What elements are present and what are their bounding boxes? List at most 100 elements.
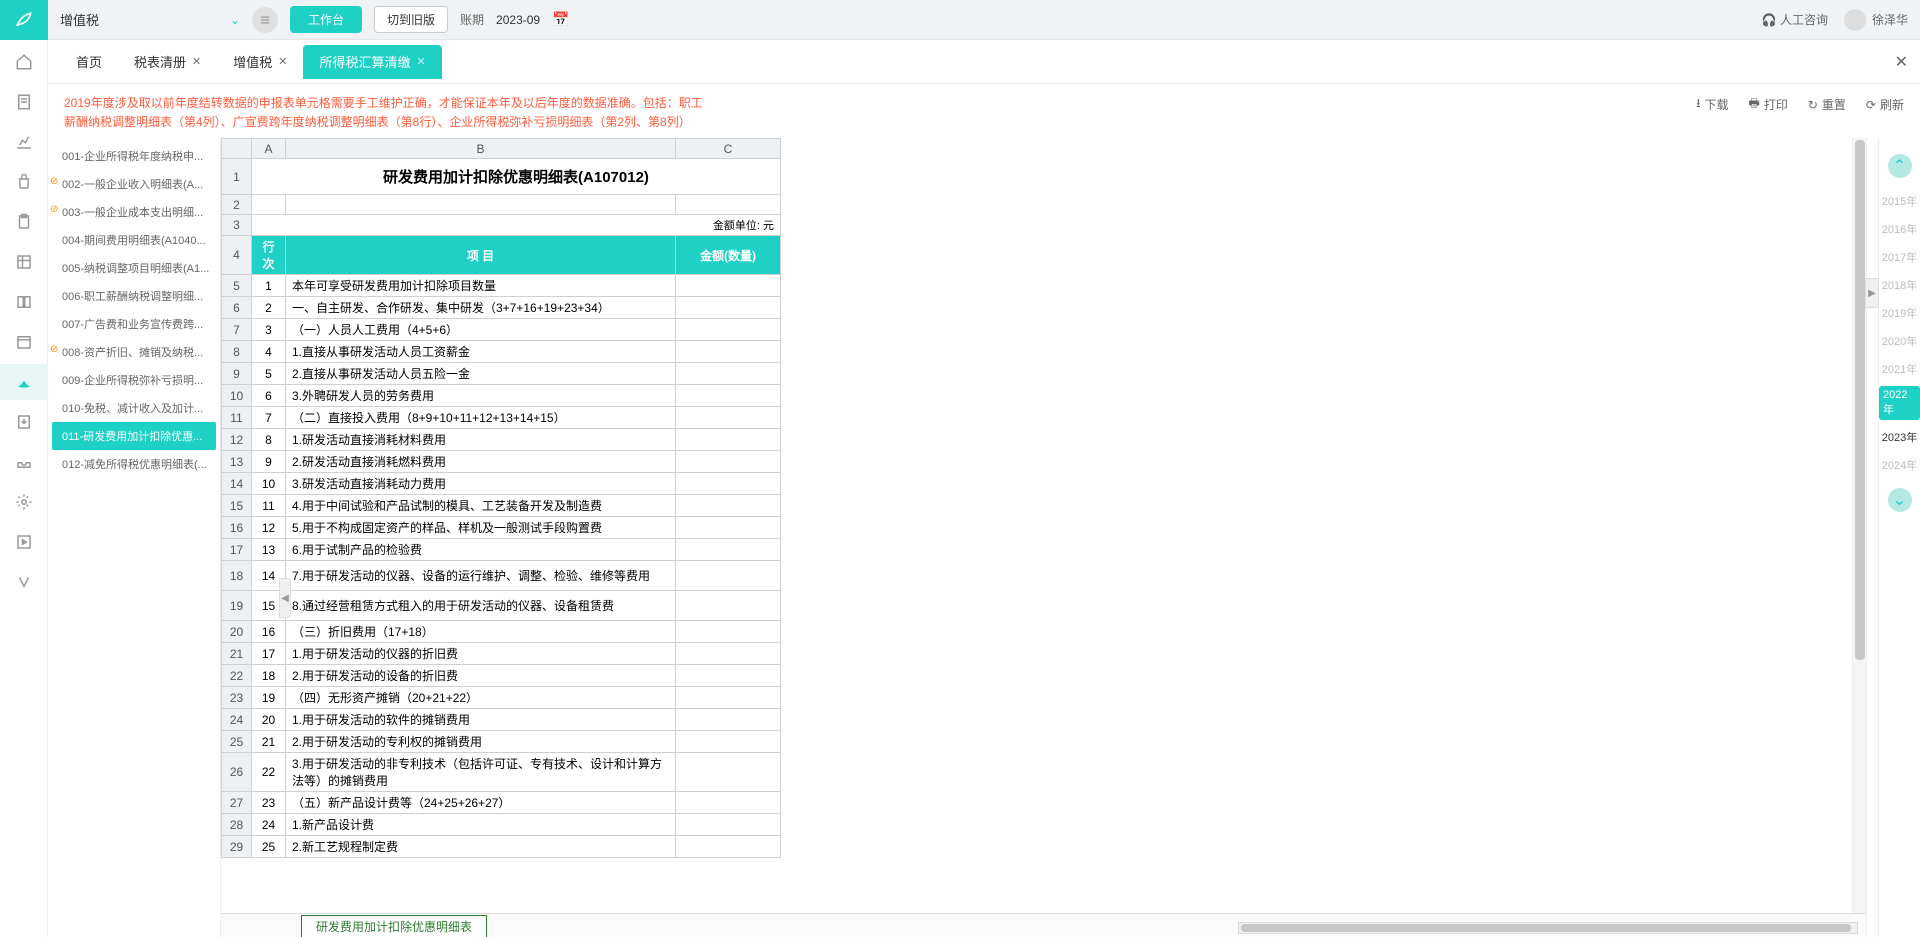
table-row[interactable]: 117（二）直接投入费用（8+9+10+11+12+13+14+15） bbox=[222, 407, 781, 429]
form-list-item[interactable]: 006-职工薪酬纳税调整明细... bbox=[48, 282, 220, 310]
notice-text: 2019年度涉及取以前年度结转数据的申报表单元格需要手工维护正确，才能保证本年及… bbox=[64, 94, 704, 132]
tab-1[interactable]: 税表清册✕ bbox=[118, 45, 217, 79]
table-row[interactable]: 73（一）人员人工费用（4+5+6） bbox=[222, 319, 781, 341]
table-row[interactable]: 62一、自主研发、合作研发、集中研发（3+7+16+19+23+34） bbox=[222, 297, 781, 319]
nav-table-icon[interactable] bbox=[0, 244, 48, 280]
table-row[interactable]: 17136.用于试制产品的检验费 bbox=[222, 539, 781, 561]
table-row[interactable]: 26223.用于研发活动的非专利技术（包括许可证、专有技术、设计和计算方法等）的… bbox=[222, 753, 781, 792]
form-list-item[interactable]: 009-企业所得税弥补亏损明... bbox=[48, 366, 220, 394]
year-item[interactable]: 2017年 bbox=[1882, 246, 1917, 268]
table-row[interactable]: 16125.用于不构成固定资产的样品、样机及一般测试手段购置费 bbox=[222, 517, 781, 539]
form-list-item[interactable]: 008-资产折旧、摊销及纳税... bbox=[48, 338, 220, 366]
nav-doc-icon[interactable] bbox=[0, 84, 48, 120]
form-list-item[interactable]: 012-减免所得税优惠明细表(... bbox=[48, 450, 220, 478]
print-button[interactable]: 🖶 打印 bbox=[1749, 94, 1788, 115]
table-row[interactable]: 1392.研发活动直接消耗燃料费用 bbox=[222, 451, 781, 473]
table-row[interactable]: 2723（五）新产品设计费等（24+25+26+27） bbox=[222, 792, 781, 814]
form-list: 001-企业所得税年度纳税申...002-一般企业收入明细表(A...003-一… bbox=[48, 138, 220, 937]
support-link[interactable]: 🎧 人工咨询 bbox=[1762, 11, 1828, 28]
reset-button[interactable]: ↻ 重置 bbox=[1808, 94, 1846, 115]
username: 徐泽华 bbox=[1872, 11, 1908, 28]
nav-inbox-icon[interactable] bbox=[0, 444, 48, 480]
nav-clipboard-icon[interactable] bbox=[0, 204, 48, 240]
form-list-item[interactable]: 011-研发费用加计扣除优惠... bbox=[52, 422, 216, 450]
year-item[interactable]: 2015年 bbox=[1882, 190, 1917, 212]
switch-old-button[interactable]: 切到旧版 bbox=[374, 6, 448, 33]
nav-v-icon[interactable] bbox=[0, 564, 48, 600]
calendar-icon[interactable]: 📅 bbox=[552, 11, 569, 28]
nav-home-icon[interactable] bbox=[0, 44, 48, 80]
table-row[interactable]: 24201.用于研发活动的软件的摊销费用 bbox=[222, 709, 781, 731]
logo bbox=[0, 0, 48, 40]
toolbar: ⭳ 下载 🖶 打印 ↻ 重置 ⟳ 刷新 bbox=[1696, 94, 1904, 115]
tab-2[interactable]: 增值税✕ bbox=[217, 45, 303, 79]
form-list-item[interactable]: 004-期间费用明细表(A1040... bbox=[48, 226, 220, 254]
year-item[interactable]: 2019年 bbox=[1882, 302, 1917, 324]
close-all-tabs-icon[interactable]: ✕ bbox=[1895, 52, 1908, 72]
download-button[interactable]: ⭳ 下载 bbox=[1696, 94, 1728, 115]
spreadsheet[interactable]: ABC1研发费用加计扣除优惠明细表(A107012)23金额单位: 元4行次项 … bbox=[221, 138, 781, 858]
year-item[interactable]: 2022年 bbox=[1879, 386, 1920, 420]
nav-bag-icon[interactable] bbox=[0, 164, 48, 200]
year-panel: ⌃ 2015年 2016年 2017年 2018年 2019年 2020年 2021年 202… bbox=[1878, 138, 1920, 937]
table-row[interactable]: 18147.用于研发活动的仪器、设备的运行维护、调整、检验、维修等费用 bbox=[222, 561, 781, 591]
table-row[interactable]: 15114.用于中间试验和产品试制的模具、工艺装备开发及制造费 bbox=[222, 495, 781, 517]
year-item[interactable]: 2021年 bbox=[1882, 358, 1917, 380]
tab-close-icon[interactable]: ✕ bbox=[417, 55, 426, 68]
form-list-item[interactable]: 010-免税、减计收入及加计... bbox=[48, 394, 220, 422]
table-row[interactable]: 841.直接从事研发活动人员工资薪金 bbox=[222, 341, 781, 363]
nav-layout-icon[interactable] bbox=[0, 284, 48, 320]
table-row[interactable]: 2016（三）折旧费用（17+18） bbox=[222, 621, 781, 643]
nav-play-icon[interactable] bbox=[0, 524, 48, 560]
year-item[interactable]: 2020年 bbox=[1882, 330, 1917, 352]
top-header: 增值税 ⌄ 工作台 切到旧版 账期 2023-09 📅 🎧 人工咨询 徐泽华 bbox=[48, 0, 1920, 40]
nav-export-icon[interactable] bbox=[0, 404, 48, 440]
spreadsheet-area: ABC1研发费用加计扣除优惠明细表(A107012)23金额单位: 元4行次项 … bbox=[220, 138, 1866, 937]
refresh-button[interactable]: ⟳ 刷新 bbox=[1866, 94, 1904, 115]
module-dropdown[interactable]: 增值税 ⌄ bbox=[60, 10, 240, 29]
tabs-row: 首页税表清册✕增值税✕所得税汇算清缴✕ ✕ bbox=[48, 40, 1920, 84]
table-row[interactable]: 14103.研发活动直接消耗动力费用 bbox=[222, 473, 781, 495]
tab-close-icon[interactable]: ✕ bbox=[278, 55, 287, 68]
year-item[interactable]: 2016年 bbox=[1882, 218, 1917, 240]
tab-3[interactable]: 所得税汇算清缴✕ bbox=[303, 45, 441, 79]
horizontal-scrollbar[interactable] bbox=[1238, 922, 1858, 934]
expand-handle[interactable]: ▶ bbox=[1865, 278, 1879, 308]
table-row[interactable]: 25212.用于研发活动的专利权的摊销费用 bbox=[222, 731, 781, 753]
period-value[interactable]: 2023-09 bbox=[496, 13, 540, 27]
user-menu[interactable]: 徐泽华 bbox=[1844, 9, 1908, 31]
vertical-scrollbar[interactable] bbox=[1852, 138, 1866, 913]
year-item[interactable]: 2023年 bbox=[1882, 426, 1917, 448]
form-list-item[interactable]: 001-企业所得税年度纳税申... bbox=[48, 142, 220, 170]
table-row[interactable]: 952.直接从事研发活动人员五险一金 bbox=[222, 363, 781, 385]
table-row[interactable]: 2319（四）无形资产摊销（20+21+22） bbox=[222, 687, 781, 709]
sheet-bottom-bar: 研发费用加计扣除优惠明细表 bbox=[221, 913, 1866, 937]
year-scroll-down[interactable]: ⌄ bbox=[1888, 488, 1912, 512]
table-row[interactable]: 19158.通过经营租赁方式租入的用于研发活动的仪器、设备租赁费 bbox=[222, 591, 781, 621]
form-list-item[interactable]: 003-一般企业成本支出明细... bbox=[48, 198, 220, 226]
table-row[interactable]: 1281.研发活动直接消耗材料费用 bbox=[222, 429, 781, 451]
nav-chart-icon[interactable] bbox=[0, 124, 48, 160]
form-list-item[interactable]: 002-一般企业收入明细表(A... bbox=[48, 170, 220, 198]
year-item[interactable]: 2018年 bbox=[1882, 274, 1917, 296]
tab-close-icon[interactable]: ✕ bbox=[192, 55, 201, 68]
collapse-sidebar-handle[interactable]: ◀ bbox=[279, 578, 291, 618]
table-row[interactable]: 51本年可享受研发费用加计扣除项目数量 bbox=[222, 275, 781, 297]
workbench-button[interactable]: 工作台 bbox=[290, 6, 362, 33]
form-list-item[interactable]: 005-纳税调整项目明细表(A1... bbox=[48, 254, 220, 282]
nav-calendar-icon[interactable] bbox=[0, 324, 48, 360]
year-item[interactable]: 2024年 bbox=[1882, 454, 1917, 476]
sheet-tab[interactable]: 研发费用加计扣除优惠明细表 bbox=[301, 915, 487, 937]
table-row[interactable]: 21171.用于研发活动的仪器的折旧费 bbox=[222, 643, 781, 665]
table-row[interactable]: 28241.新产品设计费 bbox=[222, 814, 781, 836]
nav-settings-icon[interactable] bbox=[0, 484, 48, 520]
circle-menu-button[interactable] bbox=[252, 7, 278, 33]
avatar bbox=[1844, 9, 1866, 31]
table-row[interactable]: 29252.新工艺规程制定费 bbox=[222, 836, 781, 858]
table-row[interactable]: 22182.用于研发活动的设备的折旧费 bbox=[222, 665, 781, 687]
table-row[interactable]: 1063.外聘研发人员的劳务费用 bbox=[222, 385, 781, 407]
year-scroll-up[interactable]: ⌃ bbox=[1888, 154, 1912, 178]
form-list-item[interactable]: 007-广告费和业务宣传费跨... bbox=[48, 310, 220, 338]
nav-tax-icon[interactable] bbox=[0, 364, 48, 400]
tab-0[interactable]: 首页 bbox=[60, 45, 118, 79]
